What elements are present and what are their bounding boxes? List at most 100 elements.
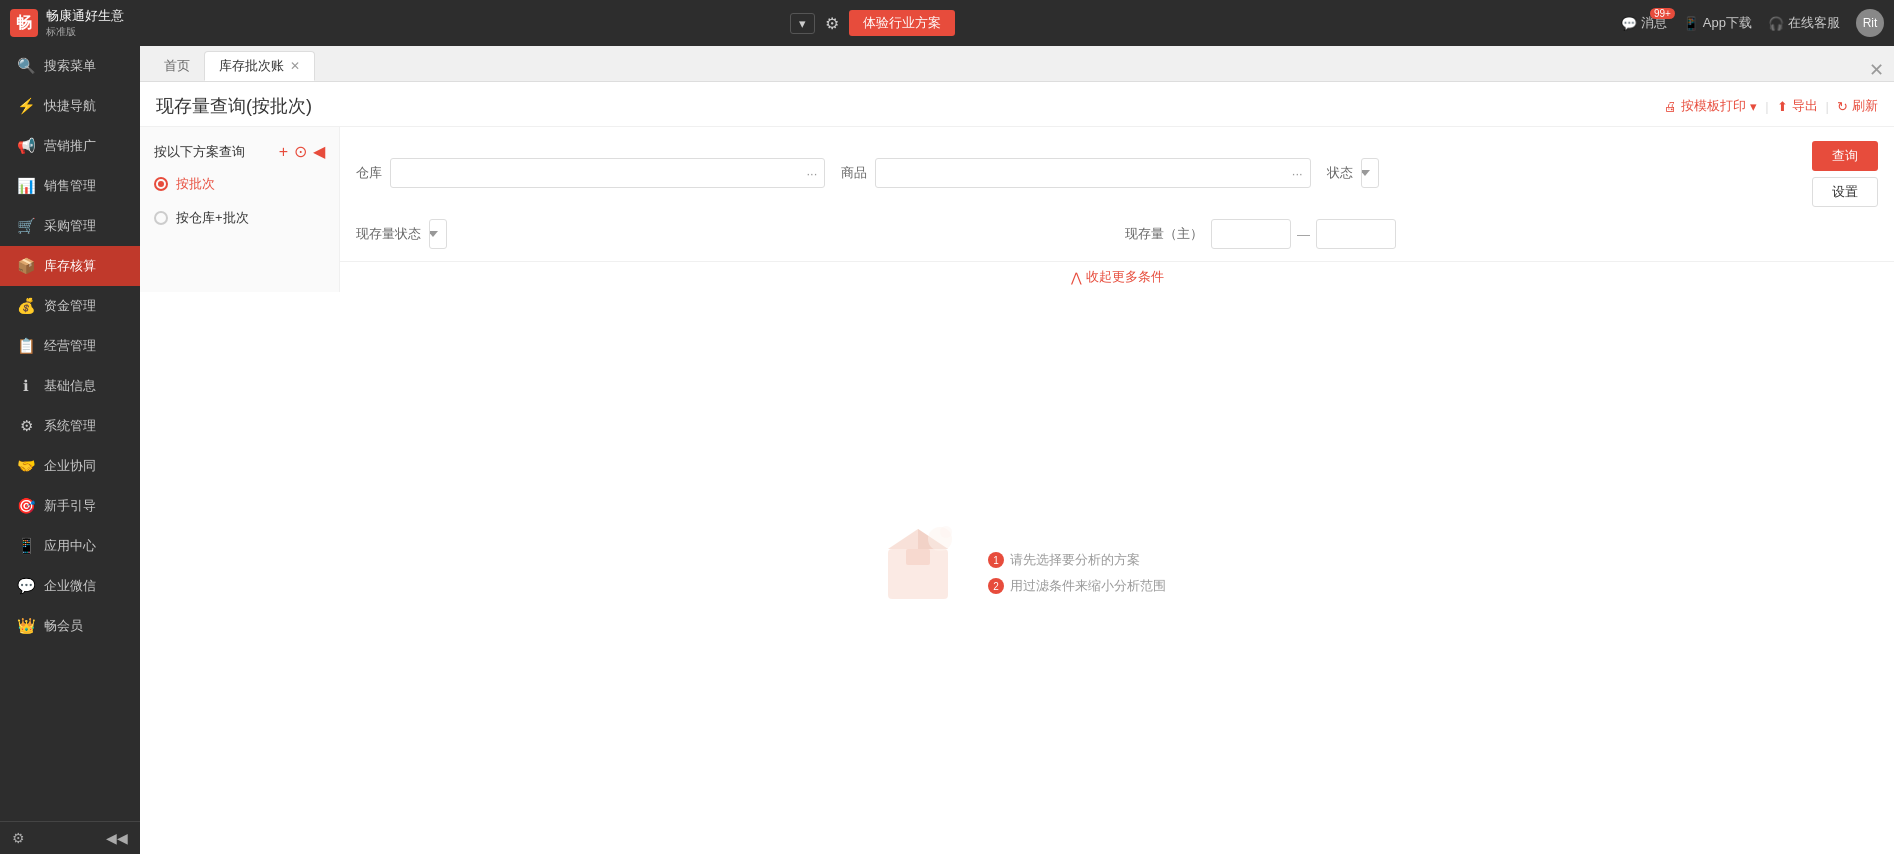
sidebar-item-wechat[interactable]: 💬 企业微信 — [0, 566, 140, 606]
stock-status-field: 现存量状态 — [356, 219, 1109, 249]
refresh-button[interactable]: ↻ 刷新 — [1837, 97, 1878, 115]
app-info: 畅康通好生意 标准版 — [46, 7, 124, 39]
search-icon: 🔍 — [16, 56, 36, 76]
radio-inner — [158, 181, 164, 187]
sidebar-item-purchase[interactable]: 🛒 采购管理 — [0, 206, 140, 246]
tab-batch-account-label: 库存批次账 — [219, 57, 284, 75]
info-icon: ℹ — [16, 376, 36, 396]
dropdown-button[interactable]: ▾ — [790, 13, 815, 34]
app-download-icon: 📱 — [1683, 16, 1699, 31]
filter-collapse-button[interactable]: ◀ — [313, 144, 325, 160]
user-menu[interactable]: Rit — [1856, 9, 1884, 37]
close-panel-button[interactable]: ✕ — [1869, 59, 1884, 81]
empty-tip-1: 1 请先选择要分析的方案 — [988, 551, 1166, 569]
sidebar-item-label: 畅会员 — [44, 617, 83, 635]
sidebar-item-label: 基础信息 — [44, 377, 96, 395]
headset-icon: 🎧 — [1768, 16, 1784, 31]
add-filter-button[interactable]: + — [279, 144, 288, 160]
sidebar-item-marketing[interactable]: 📢 营销推广 — [0, 126, 140, 166]
handshake-icon: 🤝 — [16, 456, 36, 476]
page-title: 现存量查询(按批次) — [156, 94, 312, 118]
gear-button[interactable]: ⚙ — [825, 14, 839, 33]
stock-status-select-wrapper — [429, 219, 1109, 249]
sidebar-item-member[interactable]: 👑 畅会员 — [0, 606, 140, 646]
filter-sidebar: 按以下方案查询 + ⊙ ◀ 按批次 — [140, 127, 340, 292]
collapse-bar[interactable]: ⋀ 收起更多条件 — [340, 261, 1894, 292]
experience-button[interactable]: 体验行业方案 — [849, 10, 955, 36]
sidebar-item-finance[interactable]: 💰 资金管理 — [0, 286, 140, 326]
radio-by-batch — [154, 177, 168, 191]
messages-button[interactable]: 💬 消息 99+ — [1621, 14, 1667, 32]
gear-icon: ⚙ — [825, 15, 839, 32]
stock-status-select[interactable] — [429, 219, 447, 249]
product-more-icon[interactable]: ··· — [1292, 166, 1303, 181]
sidebar-item-label: 销售管理 — [44, 177, 96, 195]
print-button[interactable]: 🖨 按模板打印 ▾ — [1664, 97, 1757, 115]
stock-amount-min-input[interactable] — [1211, 219, 1291, 249]
top-header: 畅 畅康通好生意 标准版 ▾ ⚙ 体验行业方案 💬 消息 99+ 📱 App下载… — [0, 0, 1894, 46]
warehouse-label: 仓库 — [356, 164, 382, 182]
filter-row-1: 仓库 ··· 商品 ··· — [356, 139, 1878, 207]
sidebar-item-label: 新手引导 — [44, 497, 96, 515]
sidebar-collapse-button[interactable]: ◀◀ — [106, 830, 128, 846]
sidebar-item-inventory[interactable]: 📦 库存核算 — [0, 246, 140, 286]
sidebar-item-basic[interactable]: ℹ 基础信息 — [0, 366, 140, 406]
sidebar-item-quick-nav[interactable]: ⚡ 快捷导航 — [0, 86, 140, 126]
radio-by-warehouse-batch — [154, 211, 168, 225]
warehouse-input-wrapper: ··· — [390, 158, 825, 188]
sidebar-item-newuser[interactable]: 🎯 新手引导 — [0, 486, 140, 526]
stock-amount-max-input[interactable] — [1316, 219, 1396, 249]
sidebar-item-sales[interactable]: 📊 销售管理 — [0, 166, 140, 206]
filter-option-by-warehouse-batch[interactable]: 按仓库+批次 — [140, 201, 339, 235]
sidebar-item-system[interactable]: ⚙ 系统管理 — [0, 406, 140, 446]
chart-icon: 📊 — [16, 176, 36, 196]
filter-sidebar-title: 按以下方案查询 — [154, 143, 245, 161]
sidebar-item-enterprise[interactable]: 🤝 企业协同 — [0, 446, 140, 486]
export-label: 导出 — [1792, 97, 1818, 115]
sidebar-item-label: 企业微信 — [44, 577, 96, 595]
header-center: ▾ ⚙ 体验行业方案 — [790, 10, 955, 36]
content-area: 首页 库存批次账 ✕ ✕ 现存量查询(按批次) 🖨 按模板打印 ▾ | — [140, 46, 1894, 854]
tip-num-1: 1 — [988, 552, 1004, 568]
sidebar-settings-button[interactable]: ⚙ — [12, 830, 25, 846]
avatar: Rit — [1856, 9, 1884, 37]
tab-batch-account[interactable]: 库存批次账 ✕ — [204, 51, 315, 81]
page-content: 现存量查询(按批次) 🖨 按模板打印 ▾ | ⬆ 导出 | ↻ — [140, 82, 1894, 854]
tab-home[interactable]: 首页 — [150, 51, 204, 81]
tab-bar: 首页 库存批次账 ✕ ✕ — [140, 46, 1894, 82]
app-download-button[interactable]: 📱 App下载 — [1683, 14, 1752, 32]
sidebar-item-search[interactable]: 🔍 搜索菜单 — [0, 46, 140, 86]
collapse-text: 收起更多条件 — [1086, 268, 1164, 286]
stock-amount-range: — — [1211, 219, 1878, 249]
cart-icon: 🛒 — [16, 216, 36, 236]
page-header: 现存量查询(按批次) 🖨 按模板打印 ▾ | ⬆ 导出 | ↻ — [140, 82, 1894, 127]
stock-amount-field: 现存量（主） — — [1125, 219, 1878, 249]
sidebar-item-label: 企业协同 — [44, 457, 96, 475]
query-button[interactable]: 查询 — [1812, 141, 1878, 171]
filter-option-by-batch-label: 按批次 — [176, 175, 215, 193]
stock-status-label: 现存量状态 — [356, 225, 421, 243]
filter-settings-button[interactable]: ⊙ — [294, 144, 307, 160]
sidebar-item-label: 系统管理 — [44, 417, 96, 435]
megaphone-icon: 📢 — [16, 136, 36, 156]
filter-option-by-batch[interactable]: 按批次 — [140, 167, 339, 201]
box-illustration — [868, 514, 968, 614]
sidebar-item-operations[interactable]: 📋 经营管理 — [0, 326, 140, 366]
sidebar-scroll-area: 🔍 搜索菜单 ⚡ 快捷导航 📢 营销推广 📊 销售管理 🛒 采购管理 📦 — [0, 46, 140, 821]
status-select[interactable] — [1361, 158, 1379, 188]
online-service-button[interactable]: 🎧 在线客服 — [1768, 14, 1840, 32]
warehouse-field: 仓库 ··· — [356, 158, 825, 188]
export-button[interactable]: ⬆ 导出 — [1777, 97, 1818, 115]
online-service-label: 在线客服 — [1788, 14, 1840, 32]
product-input[interactable] — [875, 158, 1310, 188]
clipboard-icon: 📋 — [16, 336, 36, 356]
empty-tips: 1 请先选择要分析的方案 2 用过滤条件来缩小分析范围 — [988, 551, 1166, 595]
status-field: 状态 — [1327, 158, 1796, 188]
money-icon: 💰 — [16, 296, 36, 316]
settings-button[interactable]: 设置 — [1812, 177, 1878, 207]
warehouse-input[interactable] — [390, 158, 825, 188]
warehouse-more-icon[interactable]: ··· — [806, 166, 817, 181]
tab-close-icon[interactable]: ✕ — [290, 59, 300, 73]
sidebar-item-appcenter[interactable]: 📱 应用中心 — [0, 526, 140, 566]
filter-option-by-warehouse-batch-label: 按仓库+批次 — [176, 209, 249, 227]
